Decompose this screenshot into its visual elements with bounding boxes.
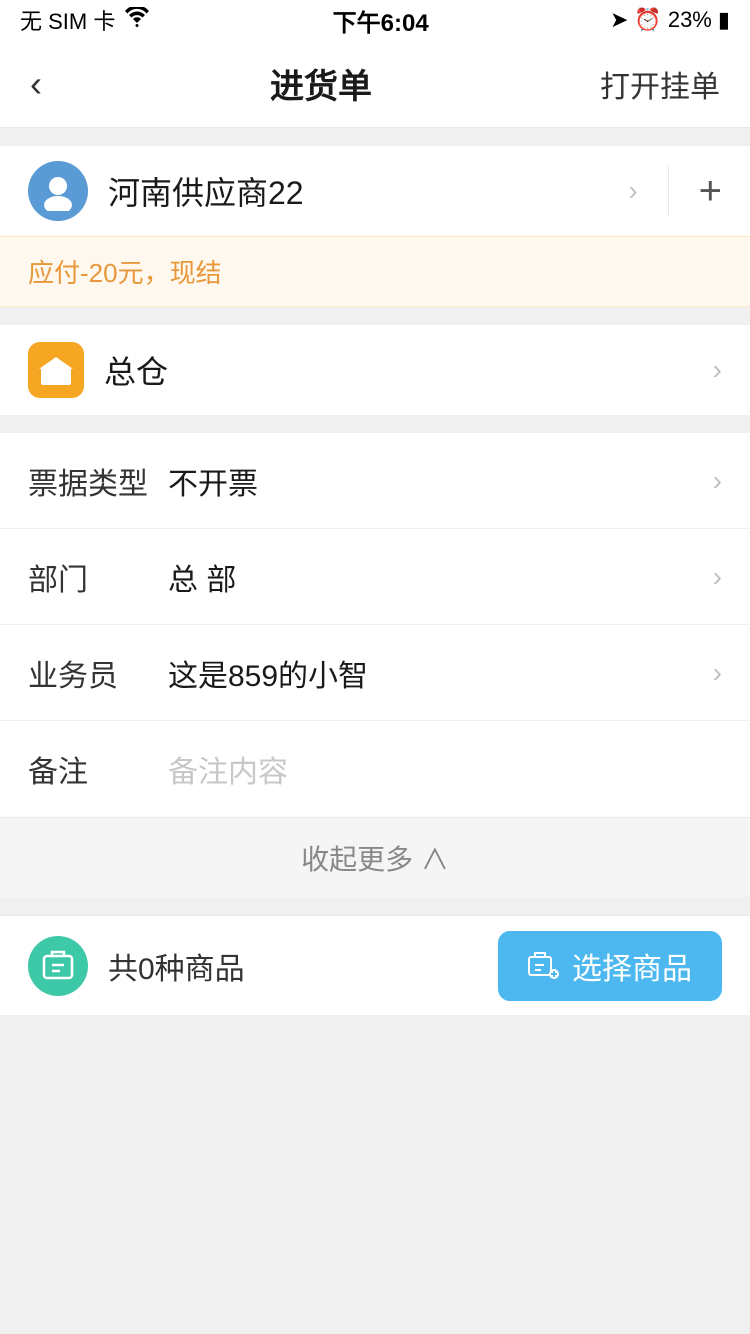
select-product-button[interactable]: 选择商品	[498, 931, 722, 1001]
status-left: 无 SIM 卡	[20, 4, 151, 36]
section-gap-4	[0, 897, 750, 915]
supplier-row[interactable]: 河南供应商22 › +	[0, 146, 750, 236]
section-gap-1	[0, 128, 750, 146]
remark-row[interactable]: 备注 备注内容	[0, 721, 750, 817]
location-icon: ➤	[610, 7, 628, 33]
add-icon[interactable]: +	[699, 169, 722, 214]
invoice-value: 不开票	[168, 459, 713, 503]
nav-bar: ‹ 进货单 打开挂单	[0, 40, 750, 128]
invoice-label: 票据类型	[28, 459, 168, 503]
supplier-chevron-icon: ›	[628, 175, 637, 207]
warehouse-icon-wrap	[28, 342, 84, 398]
section-gap-3	[0, 415, 750, 433]
warehouse-name: 总仓	[104, 347, 713, 393]
product-count: 共0种商品	[108, 944, 498, 988]
remark-label: 备注	[28, 747, 168, 791]
battery-text: 23%	[668, 7, 712, 33]
collapse-label: 收起更多 ∧	[301, 838, 449, 878]
battery-icon: ▮	[718, 7, 730, 33]
salesman-row[interactable]: 业务员 这是859的小智 ›	[0, 625, 750, 721]
status-right: ➤ ⏰ 23% ▮	[610, 7, 730, 33]
salesman-value: 这是859的小智	[168, 651, 713, 695]
warehouse-row[interactable]: 总仓 ›	[0, 325, 750, 415]
dept-chevron-icon: ›	[713, 561, 722, 593]
notice-bar: 应付-20元，现结	[0, 236, 750, 307]
time-text: 下午6:04	[333, 3, 429, 38]
remark-input[interactable]: 备注内容	[168, 747, 722, 791]
alarm-icon: ⏰	[634, 7, 661, 33]
product-bar: 共0种商品 选择商品	[0, 915, 750, 1015]
dept-row[interactable]: 部门 总 部 ›	[0, 529, 750, 625]
status-bar: 无 SIM 卡 下午6:04 ➤ ⏰ 23% ▮	[0, 0, 750, 40]
supplier-avatar	[28, 161, 88, 221]
product-icon-wrap	[28, 936, 88, 996]
back-button[interactable]: ‹	[30, 63, 42, 105]
invoice-type-row[interactable]: 票据类型 不开票 ›	[0, 433, 750, 529]
supplier-right-area: › +	[628, 166, 722, 216]
supplier-divider	[668, 166, 669, 216]
supplier-name: 河南供应商22	[108, 168, 628, 214]
section-gap-2	[0, 307, 750, 325]
supplier-section: 河南供应商22 › + 应付-20元，现结	[0, 146, 750, 307]
notice-text: 应付-20元，现结	[28, 258, 222, 288]
select-product-label: 选择商品	[572, 944, 692, 988]
wifi-icon	[123, 7, 151, 33]
dept-label: 部门	[28, 555, 168, 599]
page-title: 进货单	[270, 59, 372, 108]
invoice-chevron-icon: ›	[713, 465, 722, 497]
warehouse-chevron-icon: ›	[713, 354, 722, 386]
form-section: 票据类型 不开票 › 部门 总 部 › 业务员 这是859的小智 › 备注 备注…	[0, 433, 750, 897]
salesman-label: 业务员	[28, 651, 168, 695]
collapse-button[interactable]: 收起更多 ∧	[0, 817, 750, 897]
carrier-text: 无 SIM 卡	[20, 4, 115, 36]
salesman-chevron-icon: ›	[713, 657, 722, 689]
dept-value: 总 部	[168, 555, 713, 599]
open-pending-button[interactable]: 打开挂单	[600, 62, 720, 106]
warehouse-section: 总仓 ›	[0, 325, 750, 415]
